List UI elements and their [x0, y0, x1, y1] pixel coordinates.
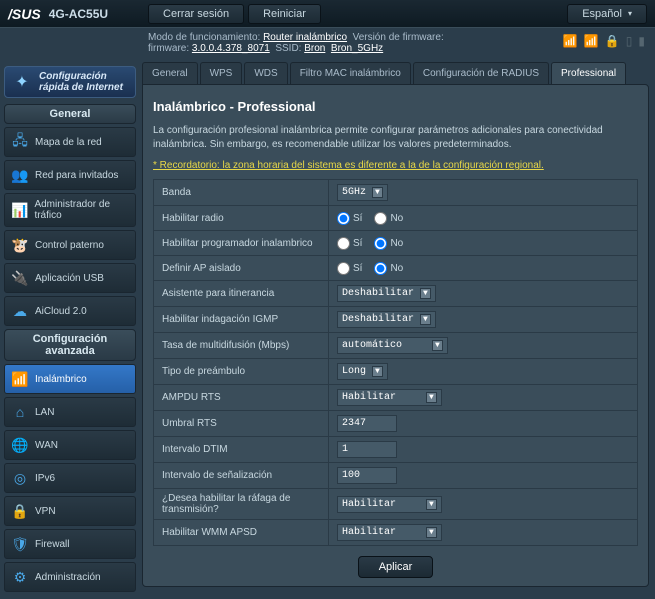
sidebar-item-lan[interactable]: ⌂ LAN — [4, 397, 136, 427]
nav-label: Mapa de la red — [35, 137, 102, 148]
tab-filtro-mac-inalámbrico[interactable]: Filtro MAC inalámbrico — [290, 62, 411, 84]
signal-icon: ▮ — [638, 34, 645, 48]
reboot-button[interactable]: Reiniciar — [248, 4, 321, 24]
radio-enable-no[interactable]: No — [374, 212, 403, 225]
wifi-icon-2: 📶 — [584, 34, 599, 48]
beacon-input[interactable] — [337, 467, 397, 484]
dtim-input[interactable] — [337, 441, 397, 458]
band-select[interactable]: 5GHz▼ — [337, 184, 388, 201]
nav-icon: 🖧 — [11, 133, 29, 151]
info-bar: Modo de funcionamiento: Router inalámbri… — [0, 28, 655, 62]
nav-icon: 📶 — [11, 370, 29, 388]
reminder-link[interactable]: * Recordatorio: la zona horaria del sist… — [153, 160, 544, 171]
sidebar-item-inalámbrico[interactable]: 📶 Inalámbrico — [4, 364, 136, 394]
roaming-select[interactable]: Deshabilitar▼ — [337, 285, 436, 302]
nav-icon: 🌐 — [11, 436, 29, 454]
wifi-icon: 📶 — [563, 34, 578, 48]
sched-no[interactable]: No — [374, 237, 403, 250]
nav-icon: 🐮 — [11, 236, 29, 254]
nav-label: Administrador de tráfico — [34, 199, 129, 221]
nav-icon: ☁ — [11, 302, 29, 320]
burst-select[interactable]: Habilitar ▼ — [337, 496, 442, 513]
nav-icon: ⚙ — [11, 568, 29, 586]
sidebar-item-mapa-de-la-red[interactable]: 🖧 Mapa de la red — [4, 127, 136, 157]
tab-configuración-de-radius[interactable]: Configuración de RADIUS — [413, 62, 549, 84]
sidebar-item-firewall[interactable]: 🛡 Firewall — [4, 529, 136, 559]
sidebar-item-red-para-invitados[interactable]: 👥 Red para invitados — [4, 160, 136, 190]
model-name: 4G-AC55U — [49, 7, 108, 21]
language-selector[interactable]: Español — [567, 4, 647, 24]
lock-icon: 🔒 — [605, 34, 620, 48]
sidebar-item-aicloud-2.0[interactable]: ☁ AiCloud 2.0 — [4, 296, 136, 326]
nav-label: VPN — [35, 506, 56, 517]
content-area: GeneralWPSWDSFiltro MAC inalámbricoConfi… — [140, 62, 655, 599]
wmm-select[interactable]: Habilitar ▼ — [337, 524, 442, 541]
quick-setup-icon: ✦ — [11, 71, 33, 93]
ssid1-link[interactable]: Bron — [304, 43, 325, 54]
nav-label: Firewall — [35, 539, 69, 550]
isolated-no[interactable]: No — [374, 262, 403, 275]
settings-table: Banda5GHz▼ Habilitar radioSíNo Habilitar… — [153, 179, 638, 546]
sidebar-item-administración[interactable]: ⚙ Administración — [4, 562, 136, 592]
reminder: * Recordatorio: la zona horaria del sist… — [153, 160, 638, 171]
nav-icon: 📊 — [11, 201, 28, 219]
rts-input[interactable] — [337, 415, 397, 432]
apply-button[interactable]: Aplicar — [358, 556, 434, 578]
nav-icon: ⌂ — [11, 403, 29, 421]
tab-wds[interactable]: WDS — [244, 62, 287, 84]
sidebar-item-administrador-de-tráfico[interactable]: 📊 Administrador de tráfico — [4, 193, 136, 227]
radio-enable-yes[interactable]: Sí — [337, 212, 362, 225]
nav-icon: ◎ — [11, 469, 29, 487]
igmp-select[interactable]: Deshabilitar▼ — [337, 311, 436, 328]
nav-label: Red para invitados — [35, 170, 118, 181]
nav-icon: 👥 — [11, 166, 29, 184]
usb-icon: ▯ — [626, 34, 633, 48]
ssid2-link[interactable]: Bron_5GHz — [331, 43, 383, 54]
tab-professional[interactable]: Professional — [551, 62, 626, 84]
nav-label: Aplicación USB — [35, 273, 104, 284]
nav-label: Inalámbrico — [35, 374, 87, 385]
tab-general[interactable]: General — [142, 62, 198, 84]
sidebar-item-ipv6[interactable]: ◎ IPv6 — [4, 463, 136, 493]
mode-link[interactable]: Router inalámbrico — [263, 32, 347, 43]
sidebar-item-wan[interactable]: 🌐 WAN — [4, 430, 136, 460]
section-advanced: Configuración avanzada — [4, 329, 136, 361]
sidebar-item-control-paterno[interactable]: 🐮 Control paterno — [4, 230, 136, 260]
nav-label: Control paterno — [35, 240, 104, 251]
preamble-select[interactable]: Long▼ — [337, 363, 388, 380]
tab-wps[interactable]: WPS — [200, 62, 243, 84]
nav-label: Administración — [35, 572, 101, 583]
sidebar-item-vpn[interactable]: 🔒 VPN — [4, 496, 136, 526]
nav-icon: 🛡 — [11, 535, 29, 553]
nav-icon: 🔌 — [11, 269, 29, 287]
brand-logo: /SUS — [8, 6, 41, 22]
nav-label: LAN — [35, 407, 54, 418]
firmware-link[interactable]: 3.0.0.4.378_8071 — [192, 43, 270, 54]
nav-icon: 🔒 — [11, 502, 29, 520]
panel-title: Inalámbrico - Professional — [153, 93, 638, 124]
sched-yes[interactable]: Sí — [337, 237, 362, 250]
nav-label: AiCloud 2.0 — [35, 306, 87, 317]
isolated-yes[interactable]: Sí — [337, 262, 362, 275]
tab-bar: GeneralWPSWDSFiltro MAC inalámbricoConfi… — [142, 62, 649, 84]
panel: Inalámbrico - Professional La configurac… — [142, 84, 649, 587]
sidebar: ✦ Configuraciónrápida de Internet Genera… — [0, 62, 140, 599]
section-general: General — [4, 104, 136, 124]
nav-label: IPv6 — [35, 473, 55, 484]
top-bar: /SUS 4G-AC55U Cerrar sesión Reiniciar Es… — [0, 0, 655, 28]
multicast-select[interactable]: automático ▼ — [337, 337, 448, 354]
logout-button[interactable]: Cerrar sesión — [148, 4, 244, 24]
sidebar-item-aplicación-usb[interactable]: 🔌 Aplicación USB — [4, 263, 136, 293]
quick-setup-button[interactable]: ✦ Configuraciónrápida de Internet — [4, 66, 136, 98]
panel-description: La configuración profesional inalámbrica… — [153, 124, 638, 152]
nav-label: WAN — [35, 440, 58, 451]
status-icons: 📶 📶 🔒 ▯ ▮ — [563, 34, 645, 48]
ampdu-select[interactable]: Habilitar ▼ — [337, 389, 442, 406]
